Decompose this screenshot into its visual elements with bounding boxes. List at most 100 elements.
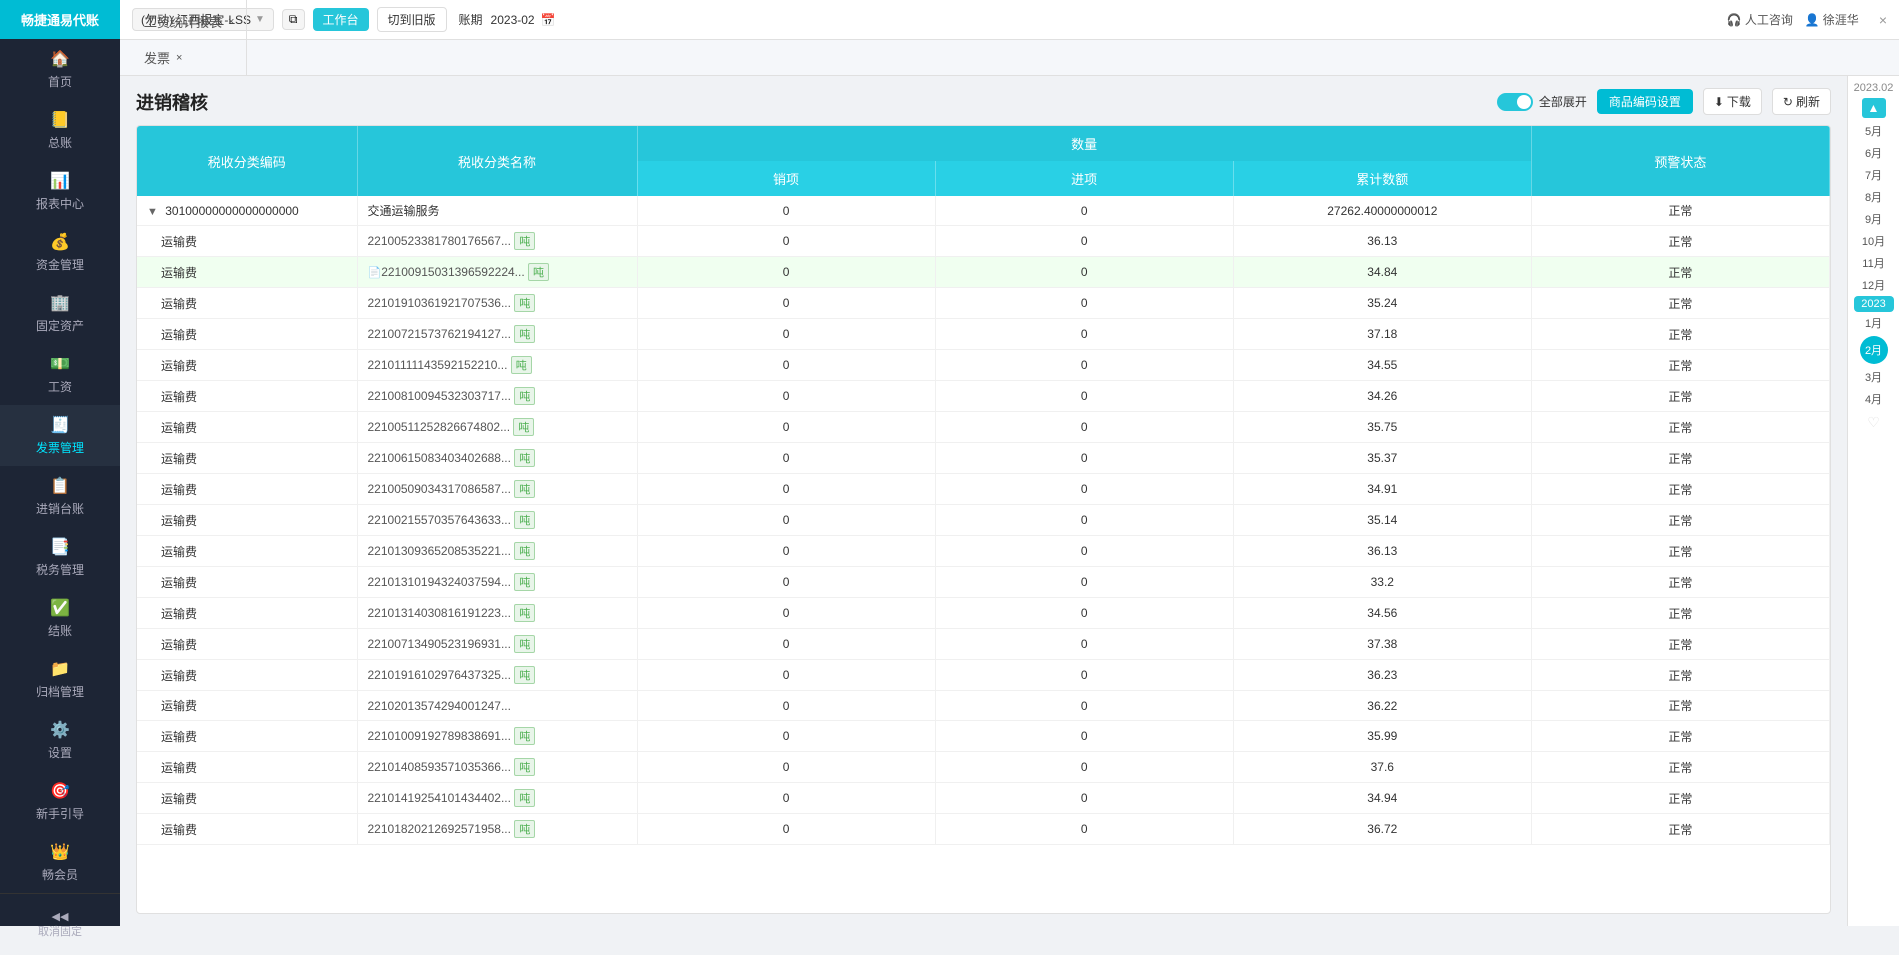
cumulative-cell: 37.18 [1233, 319, 1531, 350]
right-timeline-panel: 2023.02 ▲ 5月6月7月8月9月10月11月12月 2023 1月2月3… [1847, 76, 1899, 926]
purchase-cell: 0 [935, 629, 1233, 660]
cumulative-cell: 27262.40000000012 [1233, 196, 1531, 226]
invoice-no-cell: 22101820212692571958... 吨 [357, 814, 637, 845]
sidebar-item-assets[interactable]: 🏢固定资产 [0, 283, 120, 344]
sidebar-label-salary: 工资 [48, 378, 72, 395]
sidebar-item-funds[interactable]: 💰资金管理 [0, 222, 120, 283]
invoice-no-cell: 22100615083403402688... 吨 [357, 443, 637, 474]
wu-tag: 吨 [514, 635, 535, 653]
sidebar-item-settlement[interactable]: ✅结账 [0, 588, 120, 649]
collapse-icon[interactable]: ▼ [147, 206, 158, 218]
settlement-icon: ✅ [50, 598, 70, 618]
sidebar-item-member[interactable]: 👑畅会员 [0, 832, 120, 893]
sidebar-item-home[interactable]: 🏠首页 [0, 39, 120, 100]
download-button[interactable]: ⬇ 下载 [1703, 88, 1762, 115]
sales-cell: 0 [637, 752, 935, 783]
sales-cell: 0 [637, 505, 935, 536]
month-item[interactable]: 12月 [1854, 274, 1894, 296]
taxcode-cell: 运输费 [137, 474, 357, 505]
sidebar-item-ledger[interactable]: 📒总账 [0, 100, 120, 161]
workbench-button[interactable]: 工作台 [313, 8, 369, 31]
month-item[interactable]: 9月 [1854, 208, 1894, 230]
user-profile-button[interactable]: 👤 徐涯华 [1805, 11, 1859, 28]
sidebar-item-reports[interactable]: 📊报表中心 [0, 161, 120, 222]
headset-icon: 🎧 [1727, 13, 1742, 27]
taxcode-cell: 运输费 [137, 443, 357, 474]
customer-service-button[interactable]: 🎧 人工咨询 [1727, 11, 1793, 28]
invoice-no-cell: 22100509034317086587... 吨 [357, 474, 637, 505]
table-row: 运输费 22100810094532303717... 吨 0 0 34.26 … [137, 381, 1830, 412]
wu-tag: 吨 [514, 820, 535, 838]
invoice-no-cell: 22101910361921707536... 吨 [357, 288, 637, 319]
tab-invoice[interactable]: 发票× [132, 40, 247, 76]
month-item[interactable]: 5月 [1854, 120, 1894, 142]
wu-tag: 吨 [514, 604, 535, 622]
toggle-all-control: 全部展开 [1497, 93, 1587, 111]
invoice-no-cell: 📄22100915031396592224... 吨 [357, 257, 637, 288]
sales-check-table: 税收分类编码 税收分类名称 数量 预警状态 销项 进项 累计数额 ▼ [137, 126, 1830, 845]
sidebar-item-tax-mgmt[interactable]: 📑税务管理 [0, 527, 120, 588]
sidebar-item-guide[interactable]: 🎯新手引导 [0, 771, 120, 832]
invoice-no-cell: 22101916102976437325... 吨 [357, 660, 637, 691]
toggle-all-switch[interactable] [1497, 93, 1533, 111]
sidebar-item-settings[interactable]: ⚙️设置 [0, 710, 120, 771]
purchase-cell: 0 [935, 691, 1233, 721]
invoice-no-cell: 22101009192789838691... 吨 [357, 721, 637, 752]
sidebar-label-tax-mgmt: 税务管理 [36, 561, 84, 578]
sales-cell: 0 [637, 381, 935, 412]
table-row: 运输费 22101820212692571958... 吨 0 0 36.72 … [137, 814, 1830, 845]
sidebar-item-archive[interactable]: 📁归档管理 [0, 649, 120, 710]
dropdown-arrow-icon: ▼ [255, 14, 265, 25]
invoice-no-cell: 22100215570357643633... 吨 [357, 505, 637, 536]
unfix-button[interactable]: ◀◀ 取消固定 [0, 902, 120, 947]
col-header-cumulative: 累计数额 [1233, 161, 1531, 196]
purchase-cell: 0 [935, 288, 1233, 319]
taxcode-cell: 运输费 [137, 660, 357, 691]
sidebar-item-sales-ledger[interactable]: 📋进销台账 [0, 466, 120, 527]
close-button[interactable]: × [1879, 12, 1887, 28]
tab-close-payroll-stats[interactable]: × [228, 16, 234, 28]
month-item[interactable]: 10月 [1854, 230, 1894, 252]
month-item[interactable]: 6月 [1854, 142, 1894, 164]
assets-icon: 🏢 [50, 293, 70, 313]
month-item[interactable]: 7月 [1854, 164, 1894, 186]
purchase-cell: 0 [935, 721, 1233, 752]
month-item[interactable]: 3月 [1854, 366, 1894, 388]
sidebar-item-salary[interactable]: 💵工资 [0, 344, 120, 405]
month-item[interactable]: 2月 [1860, 336, 1888, 364]
table-row: 运输费 22100721573762194127... 吨 0 0 37.18 … [137, 319, 1830, 350]
sales-cell: 0 [637, 567, 935, 598]
month-item[interactable]: 8月 [1854, 186, 1894, 208]
status-cell: 正常 [1531, 783, 1829, 814]
col-header-status: 预警状态 [1531, 126, 1829, 196]
scroll-up-button[interactable]: ▲ [1862, 98, 1886, 118]
invoice-no-cell: 22101408593571035366... 吨 [357, 752, 637, 783]
main-area: (勿动) 江西报宝-LSS ▼ ⧉ 工作台 切到旧版 账期 2023-02 📅 … [120, 0, 1899, 926]
purchase-cell: 0 [935, 814, 1233, 845]
calendar-icon[interactable]: 📅 [541, 13, 556, 27]
taxcode-cell: ▼ 30100000000000000000 [137, 196, 357, 226]
month-item[interactable]: 1月 [1854, 312, 1894, 334]
sidebar-label-funds: 资金管理 [36, 256, 84, 273]
status-cell: 正常 [1531, 814, 1829, 845]
taxcode-cell: 运输费 [137, 691, 357, 721]
sidebar-item-invoice-mgmt[interactable]: 🧾发票管理 [0, 405, 120, 466]
purchase-cell: 0 [935, 257, 1233, 288]
goods-setting-button[interactable]: 商品编码设置 [1597, 89, 1693, 114]
current-year-label: 2023 [1854, 296, 1894, 312]
tab-close-invoice[interactable]: × [176, 52, 182, 64]
page-title: 进销稽核 [136, 89, 208, 115]
table-row: 运输费 22100713490523196931... 吨 0 0 37.38 … [137, 629, 1830, 660]
table-row: 运输费 22100215570357643633... 吨 0 0 35.14 … [137, 505, 1830, 536]
switch-version-button[interactable]: 切到旧版 [377, 7, 447, 32]
sales-cell: 0 [637, 288, 935, 319]
refresh-button[interactable]: ↻ 刷新 [1772, 88, 1831, 115]
month-item[interactable]: 11月 [1854, 252, 1894, 274]
month-item[interactable]: 4月 [1854, 388, 1894, 410]
sales-cell: 0 [637, 226, 935, 257]
cumulative-cell: 35.75 [1233, 412, 1531, 443]
copy-button[interactable]: ⧉ [282, 9, 305, 30]
wu-tag: 吨 [511, 356, 532, 374]
tab-payroll-stats[interactable]: 工资统计报表× [132, 4, 247, 40]
cumulative-cell: 34.26 [1233, 381, 1531, 412]
